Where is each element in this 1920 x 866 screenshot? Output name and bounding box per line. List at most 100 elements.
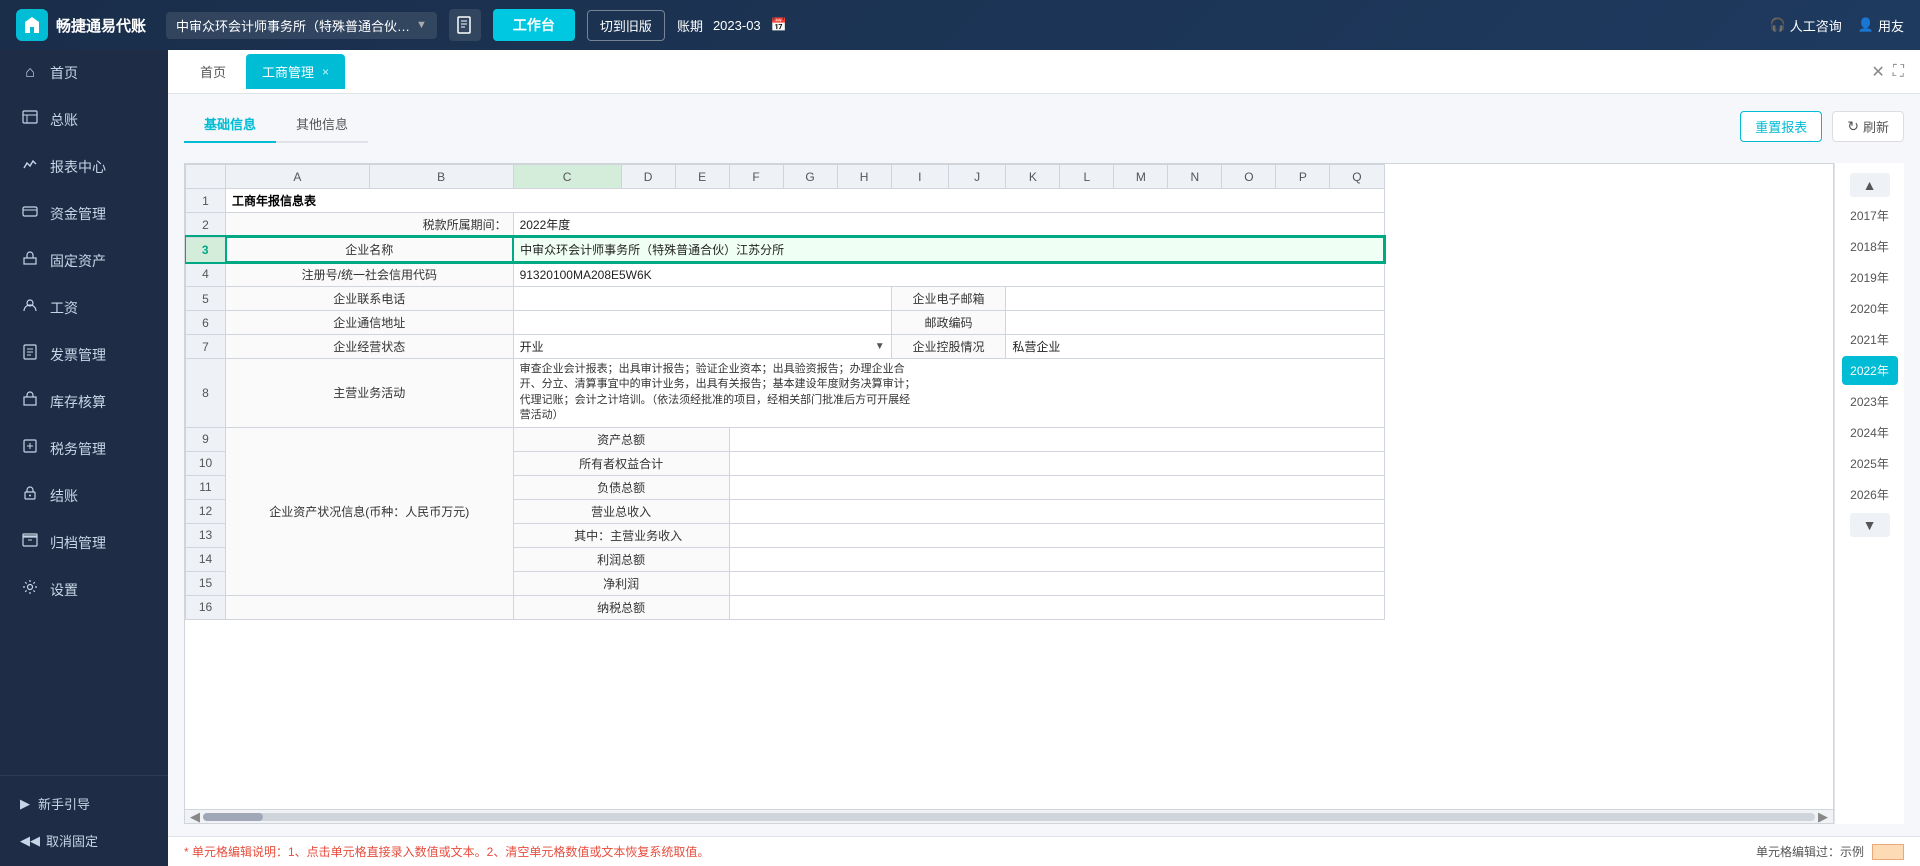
col-header-a[interactable]: A bbox=[226, 165, 370, 189]
cell-6-value[interactable] bbox=[513, 311, 891, 335]
cell-4-value[interactable]: 91320100MA208E5W6K bbox=[513, 262, 1384, 287]
col-header-k[interactable]: K bbox=[1006, 165, 1060, 189]
sidebar-item-archive[interactable]: 归档管理 bbox=[0, 519, 168, 566]
cell-5-right-label: 企业电子邮箱 bbox=[891, 287, 1006, 311]
cell-12-value[interactable] bbox=[729, 499, 1384, 523]
refresh-btn[interactable]: ↻ 刷新 bbox=[1832, 111, 1904, 142]
year-item-2025[interactable]: 2025年 bbox=[1842, 449, 1898, 478]
col-header-g[interactable]: G bbox=[783, 165, 837, 189]
sidebar-item-invoice[interactable]: 发票管理 bbox=[0, 331, 168, 378]
doc-icon[interactable] bbox=[449, 9, 481, 41]
col-header-l[interactable]: L bbox=[1060, 165, 1114, 189]
cell-7-value[interactable]: 开业 ▼ bbox=[513, 335, 891, 359]
cell-8-value[interactable]: 审查企业会计报表；出具审计报告；验证企业资本；出具验资报告；办理企业合开、分立、… bbox=[513, 359, 1384, 428]
cell-11-value[interactable] bbox=[729, 475, 1384, 499]
sidebar-item-wage[interactable]: 工资 bbox=[0, 284, 168, 331]
sub-tab-other[interactable]: 其他信息 bbox=[276, 106, 368, 143]
col-header-j[interactable]: J bbox=[948, 165, 1005, 189]
year-nav-down-btn[interactable]: ▼ bbox=[1850, 513, 1890, 537]
cell-9-value[interactable] bbox=[729, 427, 1384, 451]
h-scroll-bar[interactable] bbox=[203, 813, 1815, 821]
cell-5-value[interactable] bbox=[513, 287, 891, 311]
col-header-q[interactable]: Q bbox=[1330, 165, 1384, 189]
col-header-e[interactable]: E bbox=[675, 165, 729, 189]
reset-report-btn[interactable]: 重置报表 bbox=[1740, 111, 1822, 142]
table-scroll[interactable]: A B C D E F G H I J bbox=[185, 164, 1833, 809]
calendar-icon[interactable]: 📅 bbox=[771, 17, 787, 33]
close-window-icon[interactable]: ✕ bbox=[1871, 62, 1884, 82]
cell-10-value[interactable] bbox=[729, 451, 1384, 475]
table-row: 5 企业联系电话 企业电子邮箱 bbox=[186, 287, 1385, 311]
bottom-bar: * 单元格编辑说明：1、点击单元格直接录入数值或文本。2、清空单元格数值或文本恢… bbox=[168, 836, 1920, 866]
sidebar-label-archive: 归档管理 bbox=[50, 533, 106, 553]
cell-edited-sample bbox=[1872, 844, 1904, 860]
dropdown-arrow[interactable]: ▼ bbox=[875, 341, 885, 352]
tab-active[interactable]: 工商管理 × bbox=[246, 54, 345, 89]
col-header-c[interactable]: C bbox=[513, 165, 621, 189]
cell-3-value[interactable]: 中审众环会计师事务所（特殊普通合伙）江苏分所 bbox=[513, 237, 1384, 262]
tab-active-label: 工商管理 bbox=[262, 62, 314, 81]
col-header-h[interactable]: H bbox=[837, 165, 891, 189]
h-scroll-handle[interactable] bbox=[203, 813, 263, 821]
new-user-btn[interactable]: ▶ 新手引导 bbox=[0, 784, 168, 823]
year-item-2019[interactable]: 2019年 bbox=[1842, 263, 1898, 292]
user-icon: 👤 bbox=[1858, 17, 1874, 33]
user-label: 用友 bbox=[1878, 16, 1904, 35]
sidebar-item-settings[interactable]: 设置 bbox=[0, 566, 168, 613]
sidebar-item-ledger[interactable]: 总账 bbox=[0, 96, 168, 143]
h-scroll-right-btn[interactable]: ▶ bbox=[1815, 809, 1831, 825]
sidebar-item-home[interactable]: ⌂ 首页 bbox=[0, 50, 168, 96]
year-item-2017[interactable]: 2017年 bbox=[1842, 201, 1898, 230]
col-header-o[interactable]: O bbox=[1222, 165, 1276, 189]
tab-close-btn[interactable]: × bbox=[322, 65, 329, 79]
company-selector[interactable]: 中审众环会计师事务所（特殊普通合伙… ▼ bbox=[166, 12, 437, 39]
sidebar-label-report: 报表中心 bbox=[50, 157, 106, 177]
sidebar-item-close[interactable]: 结账 bbox=[0, 472, 168, 519]
old-version-button[interactable]: 切到旧版 bbox=[587, 10, 665, 41]
year-item-2026[interactable]: 2026年 bbox=[1842, 480, 1898, 509]
year-item-2020[interactable]: 2020年 bbox=[1842, 294, 1898, 323]
year-item-2018[interactable]: 2018年 bbox=[1842, 232, 1898, 261]
col-header-p[interactable]: P bbox=[1276, 165, 1330, 189]
new-user-label: 新手引导 bbox=[38, 794, 90, 813]
home-icon: ⌂ bbox=[20, 64, 40, 82]
sidebar-item-tax[interactable]: 税务管理 bbox=[0, 425, 168, 472]
sidebar-item-assets[interactable]: 固定资产 bbox=[0, 237, 168, 284]
assets-icon bbox=[20, 250, 40, 271]
sidebar-item-inventory[interactable]: 库存核算 bbox=[0, 378, 168, 425]
sidebar-bottom: ▶ 新手引导 ◀◀ 取消固定 bbox=[0, 775, 168, 866]
cell-15-value[interactable] bbox=[729, 571, 1384, 595]
tab-home[interactable]: 首页 bbox=[184, 54, 242, 89]
col-header-m[interactable]: M bbox=[1114, 165, 1168, 189]
sidebar-item-fund[interactable]: 资金管理 bbox=[0, 190, 168, 237]
cell-14-value[interactable] bbox=[729, 547, 1384, 571]
year-item-2024[interactable]: 2024年 bbox=[1842, 418, 1898, 447]
cell-16-value[interactable] bbox=[729, 595, 1384, 619]
user-area[interactable]: 👤 用友 bbox=[1858, 16, 1904, 35]
year-item-2021[interactable]: 2021年 bbox=[1842, 325, 1898, 354]
year-item-2022[interactable]: 2022年 bbox=[1842, 356, 1898, 385]
cell-13-value[interactable] bbox=[729, 523, 1384, 547]
top-right: 🎧 人工咨询 👤 用友 bbox=[1770, 16, 1904, 35]
col-header-f[interactable]: F bbox=[729, 165, 783, 189]
year-item-2023[interactable]: 2023年 bbox=[1842, 387, 1898, 416]
title-cell[interactable]: 工商年报信息表 bbox=[226, 189, 1385, 213]
topbar: 畅捷通易代账 中审众环会计师事务所（特殊普通合伙… ▼ 工作台 切到旧版 账期 … bbox=[0, 0, 1920, 50]
cell-2-value[interactable]: 2022年度 bbox=[513, 213, 1384, 238]
col-header-d[interactable]: D bbox=[621, 165, 675, 189]
cancel-fixed-btn[interactable]: ◀◀ 取消固定 bbox=[0, 823, 168, 858]
cell-7-right-value[interactable]: 私营企业 bbox=[1006, 335, 1384, 359]
user-service[interactable]: 🎧 人工咨询 bbox=[1770, 16, 1842, 35]
expand-icon[interactable]: ⛶ bbox=[1893, 63, 1904, 81]
col-header-i[interactable]: I bbox=[891, 165, 948, 189]
sidebar-item-report[interactable]: 报表中心 bbox=[0, 143, 168, 190]
cell-5-right-value[interactable] bbox=[1006, 287, 1384, 311]
cell-6-right-value[interactable] bbox=[1006, 311, 1384, 335]
col-header-b[interactable]: B bbox=[369, 165, 513, 189]
col-header-n[interactable]: N bbox=[1168, 165, 1222, 189]
edited-label: 单元格编辑过：示例 bbox=[1756, 843, 1864, 860]
sub-tab-basic[interactable]: 基础信息 bbox=[184, 106, 276, 143]
year-nav-up-btn[interactable]: ▲ bbox=[1850, 173, 1890, 197]
workbench-button[interactable]: 工作台 bbox=[493, 9, 575, 41]
h-scroll-left-btn[interactable]: ◀ bbox=[187, 809, 203, 825]
